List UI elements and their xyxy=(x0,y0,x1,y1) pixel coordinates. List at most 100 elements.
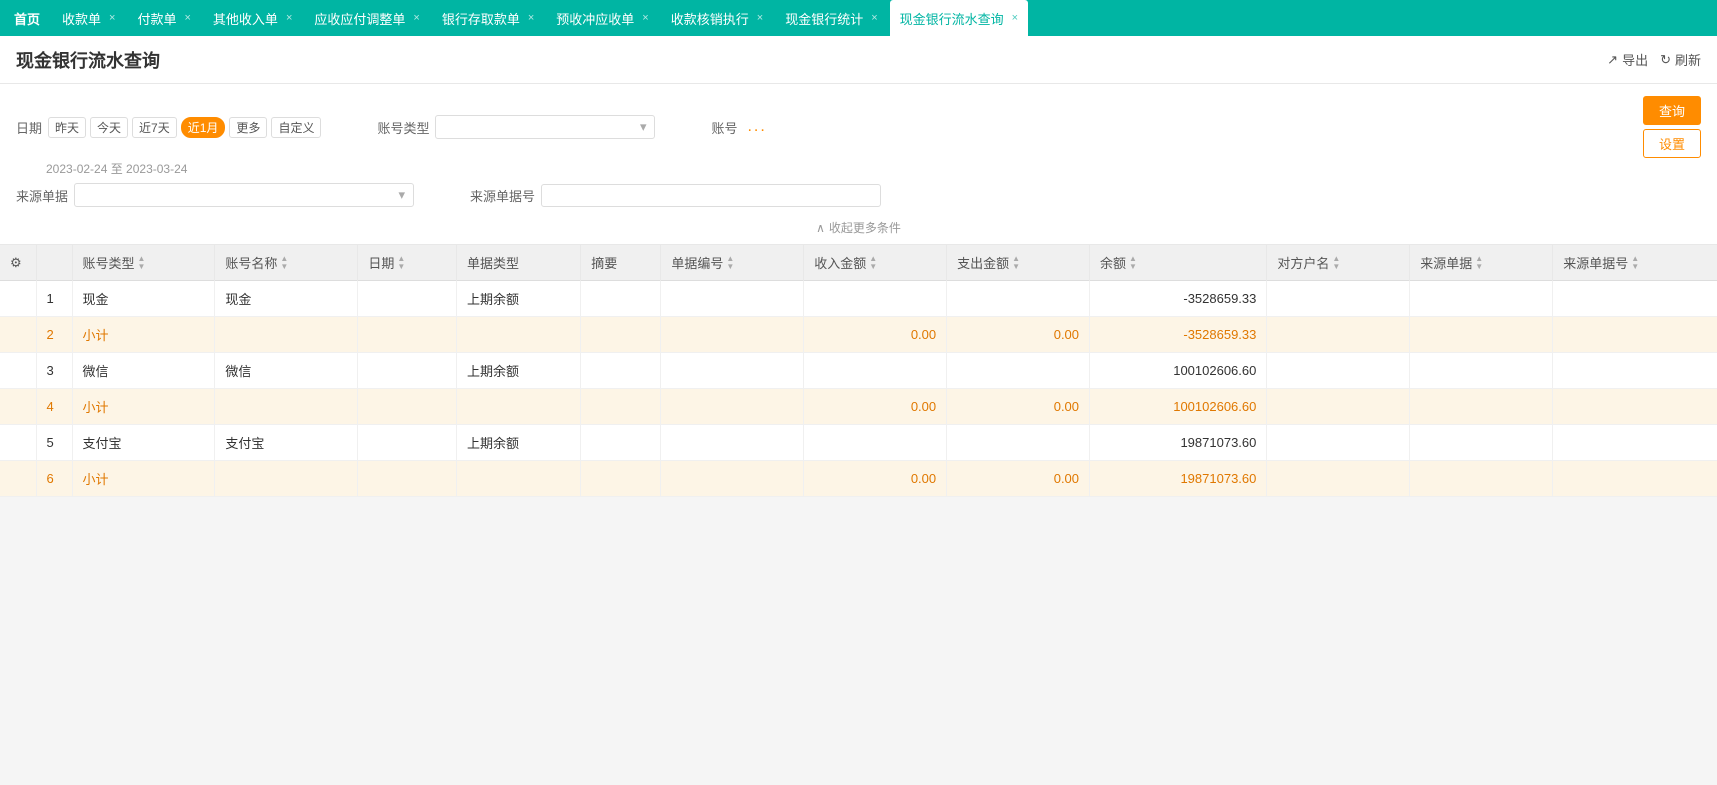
page-title: 现金银行流水查询 xyxy=(16,47,160,73)
refresh-icon: ↻ xyxy=(1660,52,1671,68)
date-btn-7days[interactable]: 近7天 xyxy=(132,117,177,138)
source-doc-num-input[interactable] xyxy=(541,184,881,207)
cell-expense: 0.00 xyxy=(947,317,1090,353)
export-icon: ↗ xyxy=(1607,52,1618,68)
cell-doc_no xyxy=(661,389,804,425)
cell-income: 0.00 xyxy=(804,317,947,353)
query-button[interactable]: 查询 xyxy=(1643,96,1701,125)
table-row[interactable]: 3微信微信上期余额100102606.60 xyxy=(0,353,1717,389)
nav-item-cash-bank-flow[interactable]: 现金银行流水查询× xyxy=(890,0,1028,36)
table-row[interactable]: 5支付宝支付宝上期余额19871073.60 xyxy=(0,425,1717,461)
account-type-chevron: ▾ xyxy=(640,119,647,135)
counterparty-column-header[interactable]: 对方户名 ▲▼ xyxy=(1267,245,1410,281)
nav-item-receipt[interactable]: 收款单× xyxy=(52,0,125,36)
cell-expense xyxy=(947,281,1090,317)
cell-balance: 19871073.60 xyxy=(1090,425,1267,461)
date-range-display: 2023-02-24 至 2023-03-24 xyxy=(46,160,1701,177)
settings-button[interactable]: 设置 xyxy=(1643,129,1701,158)
cell-source_doc xyxy=(1410,317,1553,353)
top-navigation: 首页收款单×付款单×其他收入单×应收应付调整单×银行存取款单×预收冲应收单×收款… xyxy=(0,0,1717,36)
collapse-bar[interactable]: ∧ 收起更多条件 xyxy=(16,215,1701,236)
sort-arrows-source-doc: ▲▼ xyxy=(1475,255,1483,271)
account-type-value xyxy=(444,120,448,135)
nav-item-home[interactable]: 首页 xyxy=(4,0,50,36)
close-icon[interactable]: × xyxy=(757,12,763,24)
close-icon[interactable]: × xyxy=(286,12,292,24)
cell-expense xyxy=(947,353,1090,389)
source-doc-value xyxy=(83,188,87,203)
date-quick-buttons: 昨天今天近7天近1月更多自定义 xyxy=(48,117,321,138)
nav-item-bank-deposit[interactable]: 银行存取款单× xyxy=(432,0,544,36)
export-button[interactable]: ↗ 导出 xyxy=(1607,50,1648,69)
cell-source_doc_no xyxy=(1553,461,1717,497)
filter-row-2: 来源单据 ▾ 来源单据号 xyxy=(16,183,1701,207)
cell-doc_type: 上期余额 xyxy=(456,281,580,317)
cell-source_doc xyxy=(1410,425,1553,461)
refresh-button[interactable]: ↻ 刷新 xyxy=(1660,50,1701,69)
account-ellipsis-btn[interactable]: ... xyxy=(743,118,770,136)
cell-account_name: 现金 xyxy=(215,281,358,317)
close-icon[interactable]: × xyxy=(528,12,534,24)
cell-counterparty xyxy=(1267,461,1410,497)
nav-item-payment[interactable]: 付款单× xyxy=(127,0,200,36)
table-row[interactable]: 4小计0.000.00100102606.60 xyxy=(0,389,1717,425)
cell-date xyxy=(358,281,457,317)
account-name-column-header[interactable]: 账号名称 ▲▼ xyxy=(215,245,358,281)
close-icon[interactable]: × xyxy=(1012,12,1018,24)
account-type-select[interactable]: ▾ xyxy=(435,115,655,139)
account-type-column-header[interactable]: 账号类型 ▲▼ xyxy=(72,245,215,281)
cell-expense xyxy=(947,425,1090,461)
date-column-header[interactable]: 日期 ▲▼ xyxy=(358,245,457,281)
date-btn-yesterday[interactable]: 昨天 xyxy=(48,117,86,138)
close-icon[interactable]: × xyxy=(871,12,877,24)
balance-column-header[interactable]: 余额 ▲▼ xyxy=(1090,245,1267,281)
table-row[interactable]: 6小计0.000.0019871073.60 xyxy=(0,461,1717,497)
account-type-label: 账号类型 xyxy=(377,118,429,137)
cell-balance: -3528659.33 xyxy=(1090,281,1267,317)
cell-counterparty xyxy=(1267,353,1410,389)
close-icon[interactable]: × xyxy=(642,12,648,24)
table-row[interactable]: 2小计0.000.00-3528659.33 xyxy=(0,317,1717,353)
cell-doc_type xyxy=(456,317,580,353)
source-doc-num-filter-group: 来源单据号 xyxy=(470,184,881,207)
account-type-filter-group: 账号类型 ▾ xyxy=(377,115,655,139)
income-column-header[interactable]: 收入金额 ▲▼ xyxy=(804,245,947,281)
nav-item-cash-bank-stat[interactable]: 现金银行统计× xyxy=(775,0,887,36)
cell-account_type: 小计 xyxy=(72,389,215,425)
source-doc-no-column-header[interactable]: 来源单据号 ▲▼ xyxy=(1553,245,1717,281)
row-gear-cell xyxy=(0,281,36,317)
nav-item-write-off[interactable]: 收款核销执行× xyxy=(661,0,773,36)
nav-item-other-income[interactable]: 其他收入单× xyxy=(203,0,302,36)
cell-income xyxy=(804,353,947,389)
cell-income: 0.00 xyxy=(804,389,947,425)
cell-income: 0.00 xyxy=(804,461,947,497)
expense-column-header[interactable]: 支出金额 ▲▼ xyxy=(947,245,1090,281)
nav-item-ar-ap-adjust[interactable]: 应收应付调整单× xyxy=(304,0,429,36)
cell-doc_type: 上期余额 xyxy=(456,425,580,461)
account-label: 账号 xyxy=(711,118,737,137)
date-btn-today[interactable]: 今天 xyxy=(90,117,128,138)
cell-account_type: 支付宝 xyxy=(72,425,215,461)
nav-item-prepaid-flush[interactable]: 预收冲应收单× xyxy=(546,0,658,36)
gear-icon: ⚙ xyxy=(10,255,22,270)
source-doc-select[interactable]: ▾ xyxy=(74,183,414,207)
close-icon[interactable]: × xyxy=(184,12,190,24)
cell-expense: 0.00 xyxy=(947,461,1090,497)
gear-column-header[interactable]: ⚙ xyxy=(0,245,36,281)
date-btn-1month[interactable]: 近1月 xyxy=(181,117,226,138)
table-row[interactable]: 1现金现金上期余额-3528659.33 xyxy=(0,281,1717,317)
cell-source_doc_no xyxy=(1553,281,1717,317)
cell-account_name xyxy=(215,317,358,353)
doc-no-column-header[interactable]: 单据编号 ▲▼ xyxy=(661,245,804,281)
date-btn-custom[interactable]: 自定义 xyxy=(271,117,321,138)
date-btn-more[interactable]: 更多 xyxy=(229,117,267,138)
filter-area: 日期 昨天今天近7天近1月更多自定义 账号类型 ▾ 账号 ... 查询 设置 2… xyxy=(0,84,1717,245)
cell-source_doc_no xyxy=(1553,425,1717,461)
source-doc-column-header[interactable]: 来源单据 ▲▼ xyxy=(1410,245,1553,281)
close-icon[interactable]: × xyxy=(413,12,419,24)
cell-counterparty xyxy=(1267,281,1410,317)
filter-row-1: 日期 昨天今天近7天近1月更多自定义 账号类型 ▾ 账号 ... 查询 设置 xyxy=(16,96,1701,158)
close-icon[interactable]: × xyxy=(109,12,115,24)
cell-balance: -3528659.33 xyxy=(1090,317,1267,353)
cell-account_type: 小计 xyxy=(72,317,215,353)
